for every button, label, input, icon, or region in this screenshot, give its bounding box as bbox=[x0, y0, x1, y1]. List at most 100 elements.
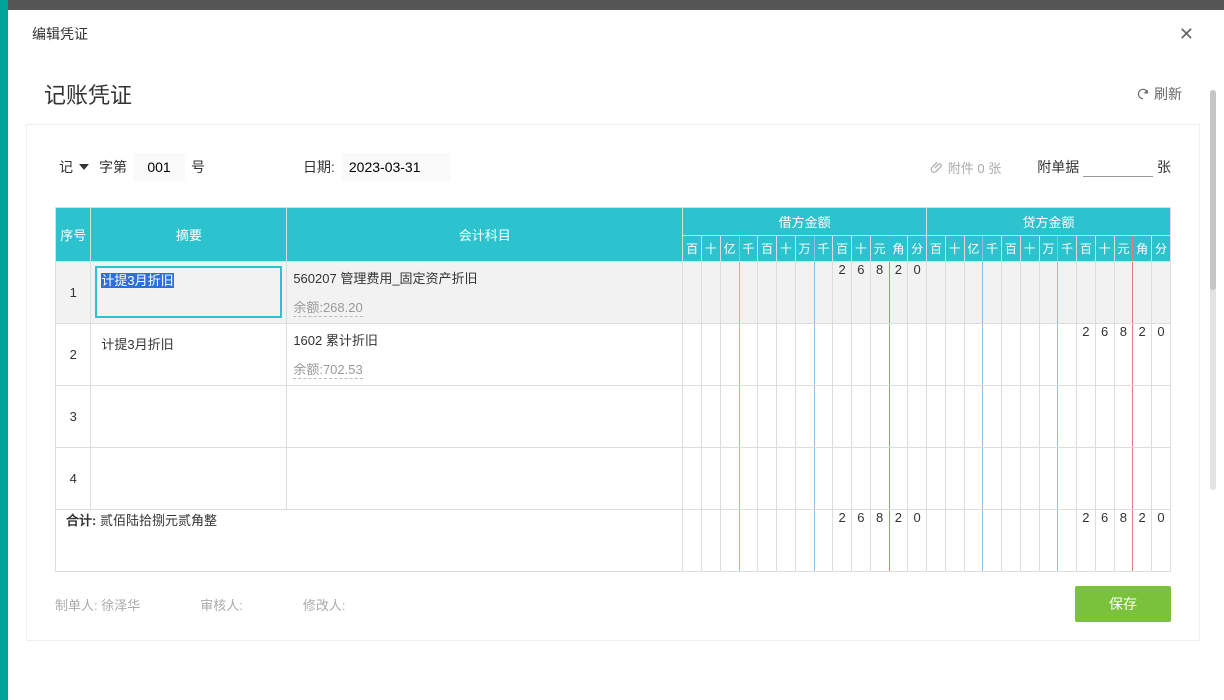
debit-digit[interactable] bbox=[739, 262, 758, 324]
debit-digit[interactable] bbox=[833, 324, 852, 386]
close-icon[interactable]: ✕ bbox=[1179, 24, 1194, 45]
voucher-number-input[interactable] bbox=[133, 153, 185, 181]
debit-digit[interactable] bbox=[720, 386, 739, 448]
debit-digit[interactable] bbox=[758, 324, 777, 386]
credit-digit[interactable]: 0 bbox=[1152, 324, 1171, 386]
debit-digit[interactable] bbox=[795, 324, 814, 386]
credit-digit[interactable] bbox=[964, 386, 983, 448]
credit-digit[interactable] bbox=[1020, 448, 1039, 510]
credit-digit[interactable] bbox=[945, 448, 964, 510]
debit-digit[interactable] bbox=[739, 324, 758, 386]
credit-digit[interactable] bbox=[1077, 262, 1096, 324]
table-row[interactable]: 1计提3月折旧560207 管理费用_固定资产折旧余额:268.2026820 bbox=[56, 262, 1171, 324]
debit-digit[interactable] bbox=[889, 324, 908, 386]
debit-digit[interactable] bbox=[758, 386, 777, 448]
credit-digit[interactable] bbox=[1020, 262, 1039, 324]
debit-digit[interactable] bbox=[833, 448, 852, 510]
table-row[interactable]: 4 bbox=[56, 448, 1171, 510]
credit-digit[interactable] bbox=[1039, 262, 1058, 324]
debit-digit[interactable] bbox=[702, 386, 721, 448]
credit-digit[interactable] bbox=[1077, 448, 1096, 510]
subject-cell[interactable] bbox=[287, 448, 683, 510]
debit-digit[interactable] bbox=[814, 386, 833, 448]
credit-digit[interactable] bbox=[1058, 448, 1077, 510]
debit-digit[interactable] bbox=[683, 324, 702, 386]
debit-digit[interactable] bbox=[870, 324, 889, 386]
summary-input[interactable]: 计提3月折旧 bbox=[95, 266, 282, 318]
credit-digit[interactable] bbox=[1039, 386, 1058, 448]
debit-digit[interactable] bbox=[814, 448, 833, 510]
credit-digit[interactable] bbox=[964, 324, 983, 386]
credit-digit[interactable] bbox=[983, 448, 1002, 510]
debit-digit[interactable]: 2 bbox=[833, 262, 852, 324]
attachment-button[interactable]: 附件 0 张 bbox=[930, 158, 1001, 177]
debit-digit[interactable] bbox=[777, 324, 796, 386]
credit-digit[interactable] bbox=[1039, 448, 1058, 510]
credit-digit[interactable]: 6 bbox=[1095, 324, 1114, 386]
credit-digit[interactable] bbox=[983, 324, 1002, 386]
debit-digit[interactable] bbox=[852, 386, 871, 448]
debit-digit[interactable] bbox=[720, 448, 739, 510]
credit-digit[interactable] bbox=[927, 386, 946, 448]
credit-digit[interactable] bbox=[1152, 386, 1171, 448]
save-button[interactable]: 保存 bbox=[1075, 586, 1171, 622]
scrollbar-thumb[interactable] bbox=[1210, 90, 1216, 290]
credit-digit[interactable] bbox=[1114, 386, 1133, 448]
debit-digit[interactable] bbox=[795, 448, 814, 510]
credit-digit[interactable] bbox=[1039, 324, 1058, 386]
debit-digit[interactable]: 0 bbox=[908, 262, 927, 324]
credit-digit[interactable] bbox=[1002, 386, 1021, 448]
voucher-date-input[interactable] bbox=[341, 153, 451, 181]
credit-digit[interactable] bbox=[927, 448, 946, 510]
subject-cell[interactable] bbox=[287, 386, 683, 448]
debit-digit[interactable] bbox=[908, 386, 927, 448]
credit-digit[interactable] bbox=[1058, 324, 1077, 386]
credit-digit[interactable] bbox=[1133, 448, 1152, 510]
credit-digit[interactable] bbox=[1114, 262, 1133, 324]
debit-digit[interactable] bbox=[702, 324, 721, 386]
debit-digit[interactable] bbox=[833, 386, 852, 448]
debit-digit[interactable] bbox=[889, 386, 908, 448]
credit-digit[interactable]: 2 bbox=[1133, 324, 1152, 386]
credit-digit[interactable] bbox=[1114, 448, 1133, 510]
debit-digit[interactable] bbox=[852, 448, 871, 510]
debit-digit[interactable] bbox=[758, 262, 777, 324]
credit-digit[interactable] bbox=[964, 262, 983, 324]
debit-digit[interactable] bbox=[777, 262, 796, 324]
refresh-button[interactable]: 刷新 bbox=[1136, 84, 1182, 104]
voucher-type-select[interactable]: 记 字第 号 bbox=[55, 153, 205, 181]
debit-digit[interactable]: 2 bbox=[889, 262, 908, 324]
table-row[interactable]: 3 bbox=[56, 386, 1171, 448]
credit-digit[interactable] bbox=[1002, 262, 1021, 324]
debit-digit[interactable] bbox=[777, 386, 796, 448]
credit-digit[interactable] bbox=[1020, 324, 1039, 386]
debit-digit[interactable] bbox=[720, 262, 739, 324]
debit-digit[interactable] bbox=[683, 386, 702, 448]
debit-digit[interactable] bbox=[777, 448, 796, 510]
credit-digit[interactable] bbox=[1152, 262, 1171, 324]
table-row[interactable]: 2计提3月折旧1602 累计折旧余额:702.5326820 bbox=[56, 324, 1171, 386]
credit-digit[interactable] bbox=[1095, 386, 1114, 448]
summary-cell[interactable] bbox=[91, 386, 287, 448]
debit-digit[interactable]: 8 bbox=[870, 262, 889, 324]
credit-digit[interactable] bbox=[1058, 262, 1077, 324]
debit-digit[interactable] bbox=[908, 448, 927, 510]
debit-digit[interactable] bbox=[870, 386, 889, 448]
credit-digit[interactable] bbox=[1095, 448, 1114, 510]
debit-digit[interactable] bbox=[852, 324, 871, 386]
credit-digit[interactable] bbox=[1133, 386, 1152, 448]
debit-digit[interactable]: 6 bbox=[852, 262, 871, 324]
credit-digit[interactable] bbox=[964, 448, 983, 510]
credit-digit[interactable]: 8 bbox=[1114, 324, 1133, 386]
debit-digit[interactable] bbox=[908, 324, 927, 386]
credit-digit[interactable] bbox=[1002, 324, 1021, 386]
debit-digit[interactable] bbox=[739, 386, 758, 448]
debit-digit[interactable] bbox=[814, 324, 833, 386]
debit-digit[interactable] bbox=[795, 262, 814, 324]
credit-digit[interactable] bbox=[945, 386, 964, 448]
credit-digit[interactable] bbox=[1095, 262, 1114, 324]
debit-digit[interactable] bbox=[720, 324, 739, 386]
debit-digit[interactable] bbox=[702, 262, 721, 324]
debit-digit[interactable] bbox=[702, 448, 721, 510]
subject-cell[interactable]: 1602 累计折旧余额:702.53 bbox=[287, 324, 683, 386]
